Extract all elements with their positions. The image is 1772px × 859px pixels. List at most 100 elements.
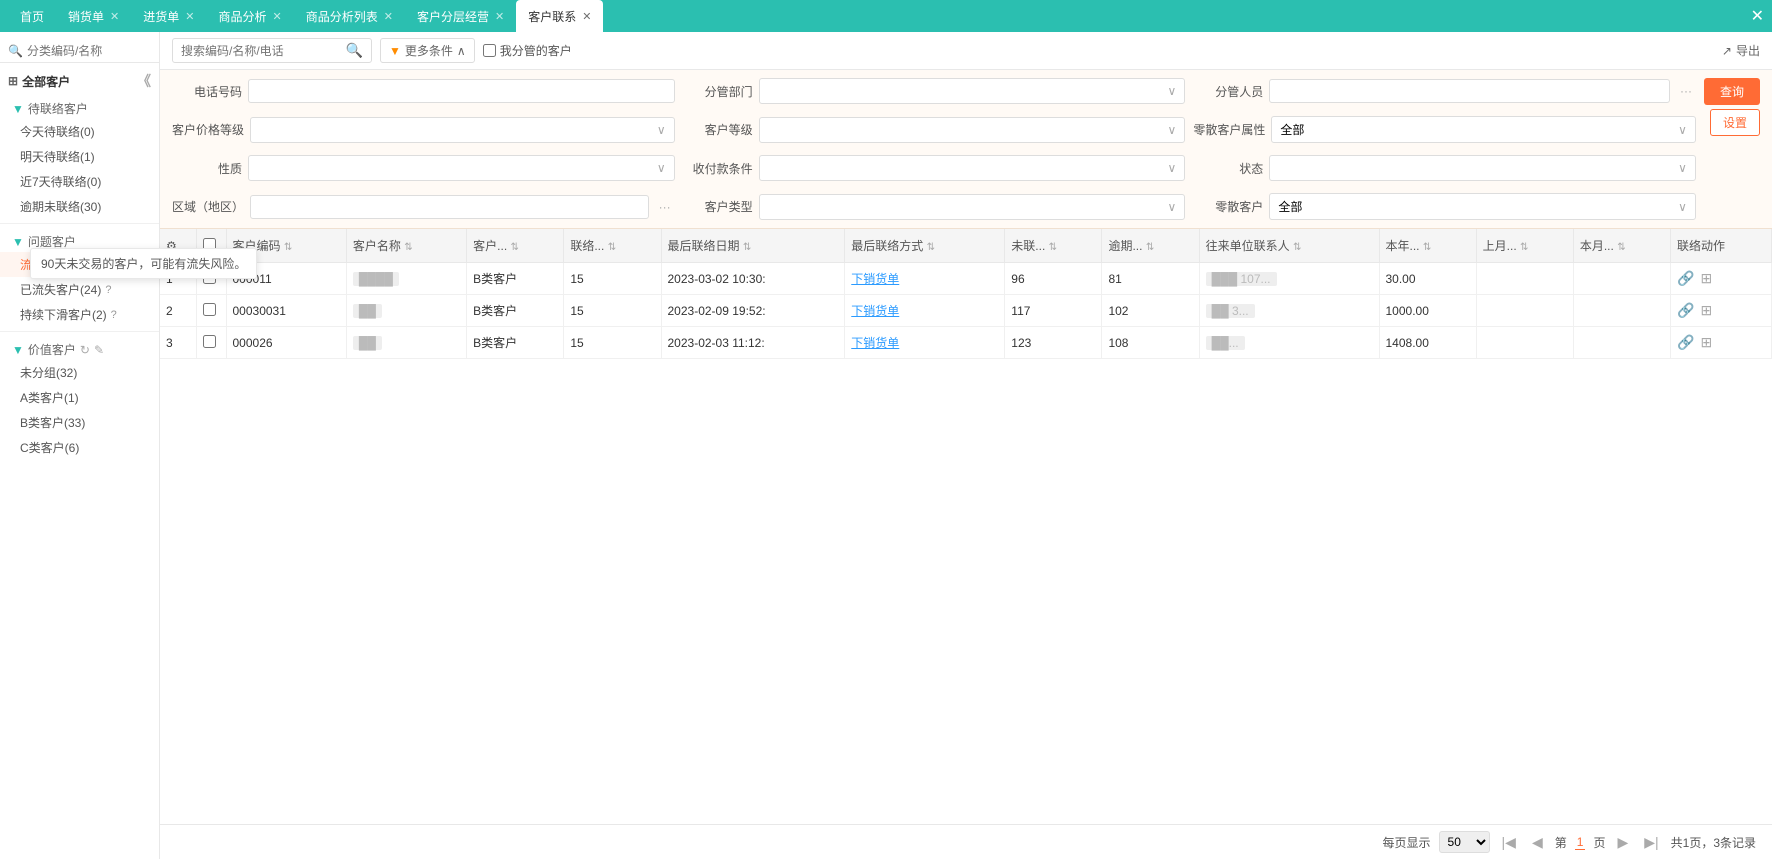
first-page-button[interactable]: |◀ — [1498, 832, 1520, 853]
query-button[interactable]: 查询 — [1704, 78, 1760, 105]
sort-icon[interactable]: ⇅ — [1146, 242, 1154, 253]
more-conditions-button[interactable]: ▼ 更多条件 ∧ — [380, 38, 475, 63]
collapse-icon[interactable]: 《 — [137, 71, 151, 91]
filter-customer-level-select[interactable]: ∨ — [759, 117, 1186, 143]
sidebar-item-c-class[interactable]: C类客户(6) — [0, 435, 159, 460]
sort-icon[interactable]: ⇅ — [1293, 242, 1301, 253]
tooltip-box: 90天未交易的客户，可能有流失风险。 — [30, 248, 160, 279]
filter-dept-select[interactable]: ∨ — [759, 78, 1186, 104]
sidebar-item-today-contact[interactable]: 今天待联络(0) — [0, 119, 159, 144]
filter-region-input[interactable] — [250, 195, 649, 219]
tab-customer-stratify[interactable]: 客户分层经营 ✕ — [405, 0, 516, 32]
edit-icon[interactable]: ✎ — [94, 343, 104, 357]
sidebar-item-a-class[interactable]: A类客户(1) — [0, 385, 159, 410]
sort-icon[interactable]: ⇅ — [404, 242, 412, 253]
refresh-icon[interactable]: ↻ — [80, 343, 90, 357]
sidebar-item-ungroup[interactable]: 未分组(32) — [0, 360, 159, 385]
filter-status-field: 状态 ∨ — [1193, 155, 1696, 181]
sort-icon[interactable]: ⇅ — [284, 242, 292, 253]
action-link-icon[interactable]: 🔗 — [1677, 334, 1694, 351]
filter-status-select[interactable]: ∨ — [1269, 155, 1696, 181]
per-page-select[interactable]: 50 100 — [1439, 831, 1490, 853]
sidebar-item-overdue-contact[interactable]: 逾期未联络(30) — [0, 194, 159, 219]
filter-person-input[interactable] — [1269, 79, 1670, 103]
ellipsis-icon[interactable]: ··· — [655, 200, 675, 214]
col-this-month: 本月... ⇅ — [1573, 229, 1670, 263]
close-icon[interactable]: ✕ — [110, 10, 119, 23]
window-close-icon[interactable]: ✕ — [1751, 6, 1764, 26]
row-last-method[interactable]: 下销货单 — [845, 295, 1005, 327]
action-grid-icon[interactable]: ⊞ — [1700, 334, 1712, 351]
filter-price-level-field: 客户价格等级 ∨ — [172, 117, 675, 143]
sort-icon[interactable]: ⇅ — [1520, 242, 1528, 253]
sidebar-search-input[interactable] — [27, 44, 151, 58]
arrow-icon: ▼ — [12, 102, 24, 116]
my-customers-checkbox-label[interactable]: 我分管的客户 — [483, 42, 572, 59]
row-this-month — [1573, 263, 1670, 295]
sort-icon[interactable]: ⇅ — [511, 242, 519, 253]
row-this-year: 1408.00 — [1379, 327, 1476, 359]
row-checkbox-cell[interactable] — [196, 295, 226, 327]
sidebar-pending-section[interactable]: ▼ 待联络客户 — [0, 95, 159, 119]
row-last-method[interactable]: 下销货单 — [845, 263, 1005, 295]
filter-action-buttons: 查询 设置 — [1704, 78, 1760, 136]
close-icon[interactable]: ✕ — [273, 10, 282, 23]
sort-icon[interactable]: ⇅ — [743, 242, 751, 253]
filter-customer-type-select[interactable]: ∨ — [759, 194, 1186, 220]
filter-price-level-select[interactable]: ∨ — [250, 117, 675, 143]
tab-home[interactable]: 首页 — [8, 0, 56, 32]
filter-row-2: 客户价格等级 ∨ 客户等级 ∨ — [172, 116, 1696, 143]
sort-icon[interactable]: ⇅ — [1617, 242, 1625, 253]
sidebar-value-section[interactable]: ▼ 价值客户 ↻ ✎ — [0, 336, 159, 360]
filter-payment-field: 收付款条件 ∨ — [683, 155, 1186, 181]
prev-page-button[interactable]: ◀ — [1528, 832, 1547, 853]
sidebar-item-7day-contact[interactable]: 近7天待联络(0) — [0, 169, 159, 194]
tab-sales[interactable]: 销货单 ✕ — [56, 0, 131, 32]
search-button[interactable]: 🔍 — [346, 42, 363, 59]
filter-phone-input[interactable] — [248, 79, 675, 103]
close-icon[interactable]: ✕ — [384, 10, 393, 23]
row-last-month — [1476, 327, 1573, 359]
next-page-button[interactable]: ▶ — [1613, 832, 1632, 853]
close-icon[interactable]: ✕ — [582, 10, 591, 23]
last-page-button[interactable]: ▶| — [1640, 832, 1662, 853]
sidebar-item-declining[interactable]: 持续下滑客户(2) ? — [0, 302, 159, 327]
action-grid-icon[interactable]: ⊞ — [1700, 270, 1712, 287]
filter-payment-select[interactable]: ∨ — [759, 155, 1186, 181]
search-input[interactable] — [181, 44, 346, 58]
sort-icon[interactable]: ⇅ — [1049, 242, 1057, 253]
tab-product-analysis[interactable]: 商品分析 ✕ — [206, 0, 293, 32]
sidebar-item-lost[interactable]: 已流失客户(24) ? — [0, 277, 159, 302]
ellipsis-icon[interactable]: ··· — [1676, 84, 1696, 98]
sidebar-item-b-class[interactable]: B类客户(33) — [0, 410, 159, 435]
row-code: 000026 — [226, 327, 346, 359]
close-icon[interactable]: ✕ — [185, 10, 194, 23]
row-checkbox[interactable] — [203, 335, 216, 348]
settings-button[interactable]: 设置 — [1710, 109, 1760, 136]
export-button[interactable]: ↗ 导出 — [1722, 42, 1760, 59]
row-last-date: 2023-02-03 11:12: — [661, 327, 845, 359]
table-row: 3 000026 ██ B类客户 15 2023-02-03 11:12: 下销… — [160, 327, 1772, 359]
row-last-method[interactable]: 下销货单 — [845, 327, 1005, 359]
tab-purchase[interactable]: 进货单 ✕ — [131, 0, 206, 32]
filter-gender-select[interactable]: ∨ — [248, 155, 675, 181]
action-grid-icon[interactable]: ⊞ — [1700, 302, 1712, 319]
col-this-year: 本年... ⇅ — [1379, 229, 1476, 263]
sidebar-item-tomorrow-contact[interactable]: 明天待联络(1) — [0, 144, 159, 169]
filter-icon: ▼ — [389, 44, 401, 58]
my-customers-checkbox[interactable] — [483, 44, 496, 57]
close-icon[interactable]: ✕ — [495, 10, 504, 23]
row-checkbox[interactable] — [203, 303, 216, 316]
tab-product-analysis-list[interactable]: 商品分析列表 ✕ — [294, 0, 405, 32]
action-link-icon[interactable]: 🔗 — [1677, 270, 1694, 287]
filter-retail-select[interactable]: 全部 ∨ — [1269, 193, 1696, 220]
sort-icon[interactable]: ⇅ — [927, 242, 935, 253]
filter-retail-attr-select[interactable]: 全部 ∨ — [1271, 116, 1696, 143]
row-checkbox-cell[interactable] — [196, 327, 226, 359]
sort-icon[interactable]: ⇅ — [608, 242, 616, 253]
row-name: ██ — [346, 295, 466, 327]
sort-icon[interactable]: ⇅ — [1423, 242, 1431, 253]
action-link-icon[interactable]: 🔗 — [1677, 302, 1694, 319]
sidebar-all-customers[interactable]: ⊞ 全部客户 《 — [0, 67, 159, 95]
tab-customer-contact[interactable]: 客户联系 ✕ — [516, 0, 603, 32]
